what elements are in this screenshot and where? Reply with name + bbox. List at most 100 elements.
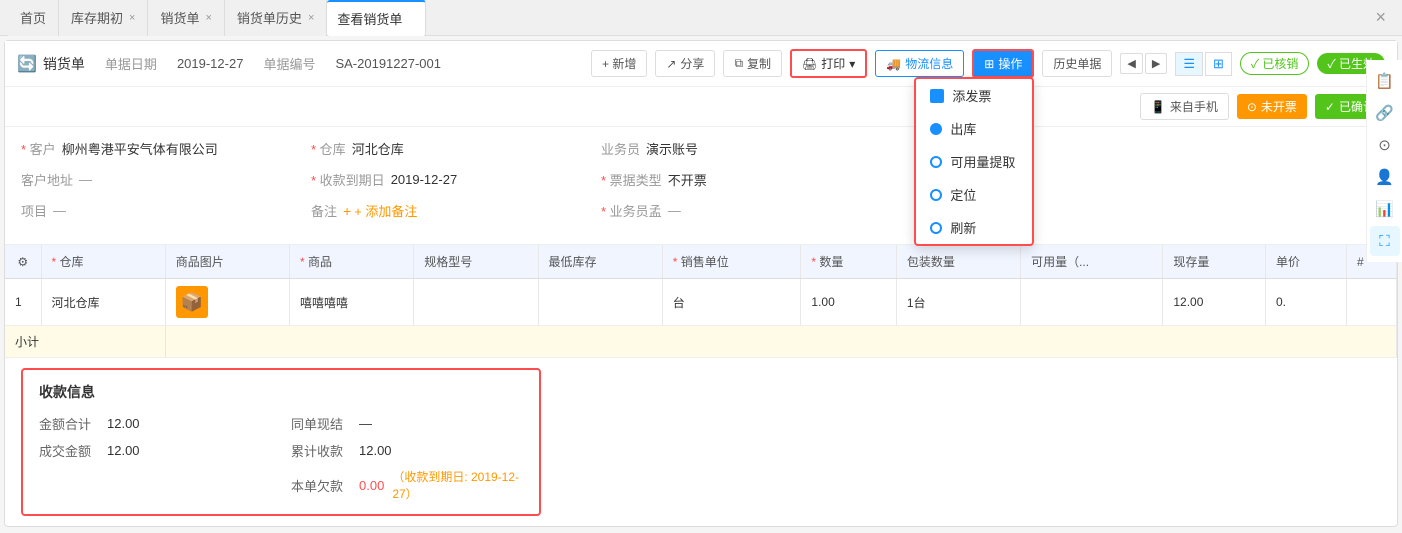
sidebar-icon-expand[interactable]: ⛶ <box>1370 226 1400 256</box>
new-button[interactable]: + 新增 <box>591 50 647 77</box>
cumulative-label: 累计收款 <box>291 441 351 460</box>
add-note-button[interactable]: + + 添加备注 <box>343 201 417 220</box>
salesperson-value: 演示账号 <box>646 139 698 158</box>
warehouse-value: 河北仓库 <box>352 139 404 158</box>
sidebar-icon-document[interactable]: 📋 <box>1370 66 1400 96</box>
invoice-icon: ⊙ <box>1247 100 1257 114</box>
tab-inventory-init[interactable]: 库存期初 × <box>59 0 148 36</box>
from-phone-button[interactable]: 📱 来自手机 <box>1140 93 1229 120</box>
product-table-wrapper: ⚙ * 仓库 商品图片 * 商品 规格型号 最低库存 * 销售单位 * 数量 包… <box>5 245 1397 358</box>
date-value: 2019-12-27 <box>177 56 244 71</box>
same-settlement-label: 同单现结 <box>291 414 351 433</box>
project-value: — <box>53 203 66 218</box>
deal-amount-label: 成交金额 <box>39 441 99 460</box>
warehouse-label: 仓库 <box>311 139 346 158</box>
dropdown-available-qty[interactable]: 可用量提取 <box>916 145 1032 178</box>
doc-type-label: 销货单 <box>43 54 85 74</box>
row-unit: 台 <box>662 279 801 326</box>
sidebar-icon-link[interactable]: 🔗 <box>1370 98 1400 128</box>
project-field: 项目 — <box>21 201 271 220</box>
checkmark-icon: ✓ <box>1251 57 1259 71</box>
product-image: 📦 <box>176 286 208 318</box>
close-window-button[interactable]: × <box>1367 7 1394 28</box>
row-warehouse: 河北仓库 <box>41 279 165 326</box>
dropdown-add-invoice[interactable]: 添发票 <box>916 79 1032 112</box>
grid-view-button[interactable]: ⊞ <box>1205 52 1232 76</box>
doc-meta: 单据日期 2019-12-27 单据编号 SA-20191227-001 <box>105 54 441 73</box>
print-button[interactable]: 🖨 打印 ▾ <box>790 49 867 78</box>
row-no: 1 <box>5 279 41 326</box>
total-label: 金额合计 <box>39 414 99 433</box>
copy-button[interactable]: ⧉ 复制 <box>723 50 782 77</box>
share-button[interactable]: ↗ 分享 <box>655 50 715 77</box>
row-spec <box>414 279 538 326</box>
row-product: 嘻嘻嘻嘻 <box>290 279 414 326</box>
history-button[interactable]: 历史单据 <box>1042 50 1112 77</box>
same-settlement-value: — <box>359 416 372 431</box>
tab-sales-history[interactable]: 销货单历史 × <box>225 0 327 36</box>
close-view-sales[interactable]: × <box>408 13 414 25</box>
row-pack-qty: 1台 <box>896 279 1020 326</box>
second-toolbar: 📱 来自手机 ⊙ 未开票 ✓ 已确认 <box>5 87 1397 127</box>
prev-button[interactable]: ◀ <box>1120 53 1142 74</box>
ticket-type-label: 票据类型 <box>601 170 662 189</box>
note-label: 备注 <box>311 201 337 220</box>
dropdown-refresh[interactable]: 刷新 <box>916 211 1032 244</box>
sold-out-button[interactable]: ✓ 已核销 <box>1240 52 1310 75</box>
operate-button[interactable]: ⊞ 操作 <box>972 49 1034 78</box>
plus-icon: + <box>343 203 351 219</box>
subtotal-values <box>165 326 1396 358</box>
row-min-stock <box>538 279 662 326</box>
salesperson2-label: 业务员孟 <box>601 201 662 220</box>
close-sales-history[interactable]: × <box>308 12 314 24</box>
col-current-qty: 现存量 <box>1163 245 1266 279</box>
logistics-button[interactable]: 🚚 物流信息 <box>875 50 964 77</box>
note-field: 备注 + + 添加备注 <box>311 201 561 220</box>
address-value: — <box>79 172 92 187</box>
col-spec: 规格型号 <box>414 245 538 279</box>
close-inventory-init[interactable]: × <box>129 12 135 24</box>
balance-label: 本单欠款 <box>291 476 351 495</box>
truck-icon: 🚚 <box>886 57 901 71</box>
payment-section: 收款信息 金额合计 12.00 同单现结 — 成交金额 12.00 <box>21 368 541 516</box>
sidebar-icon-user[interactable]: 👤 <box>1370 162 1400 192</box>
tab-view-sales[interactable]: 查看销货单 × <box>327 0 425 36</box>
sidebar-icon-circle[interactable]: ⊙ <box>1370 130 1400 160</box>
address-field: 客户地址 — <box>21 170 271 189</box>
date-label: 单据日期 <box>105 54 157 73</box>
operate-dropdown: 添发票 出库 可用量提取 <box>914 77 1034 246</box>
payment-title: 收款信息 <box>39 382 523 402</box>
close-sales-order[interactable]: × <box>205 12 211 24</box>
share-icon: ↗ <box>666 57 676 71</box>
total-value: 12.00 <box>107 416 140 431</box>
doc-actions: + 新增 ↗ 分享 ⧉ 复制 🖨 打印 ▾ <box>591 49 1385 78</box>
dropdown-out-stock[interactable]: 出库 <box>916 112 1032 145</box>
col-product: * 商品 <box>290 245 414 279</box>
dropdown-locate[interactable]: 定位 <box>916 178 1032 211</box>
main-content: 🔄 销货单 单据日期 2019-12-27 单据编号 SA-20191227-0… <box>4 40 1398 527</box>
col-warehouse: * 仓库 <box>41 245 165 279</box>
ticket-type-field: 票据类型 不开票 <box>601 170 851 189</box>
settings-icon[interactable]: ⚙ <box>17 255 28 269</box>
tab-sales-order[interactable]: 销货单 × <box>148 0 224 36</box>
product-image-icon: 📦 <box>181 292 203 313</box>
list-view-button[interactable]: ☰ <box>1175 52 1203 76</box>
next-button[interactable]: ▶ <box>1145 53 1167 74</box>
tab-home[interactable]: 首页 <box>8 0 59 36</box>
balance-note: （收款到期日: 2019-12-27） <box>392 468 523 502</box>
project-label: 项目 <box>21 201 47 220</box>
col-pack-qty: 包装数量 <box>896 245 1020 279</box>
form-row-1: 客户 柳州粤港平安气体有限公司 仓库 河北仓库 业务员 演示账号 <box>21 139 1381 158</box>
copy-icon: ⧉ <box>734 56 743 71</box>
customer-field: 客户 柳州粤港平安气体有限公司 <box>21 139 271 158</box>
form-row-3: 项目 — 备注 + + 添加备注 业务员孟 — <box>21 201 1381 220</box>
salesperson-field: 业务员 演示账号 <box>601 139 851 158</box>
locate-icon <box>930 189 942 201</box>
customer-label: 客户 <box>21 139 56 158</box>
row-current-qty: 12.00 <box>1163 279 1266 326</box>
number-label: 单据编号 <box>263 54 315 73</box>
invoice-status-button[interactable]: ⊙ 未开票 <box>1237 94 1307 119</box>
sidebar-icon-chart[interactable]: 📊 <box>1370 194 1400 224</box>
table-row: 1 河北仓库 📦 嘻嘻嘻嘻 台 1.00 <box>5 279 1397 326</box>
row-available-qty <box>1021 279 1163 326</box>
